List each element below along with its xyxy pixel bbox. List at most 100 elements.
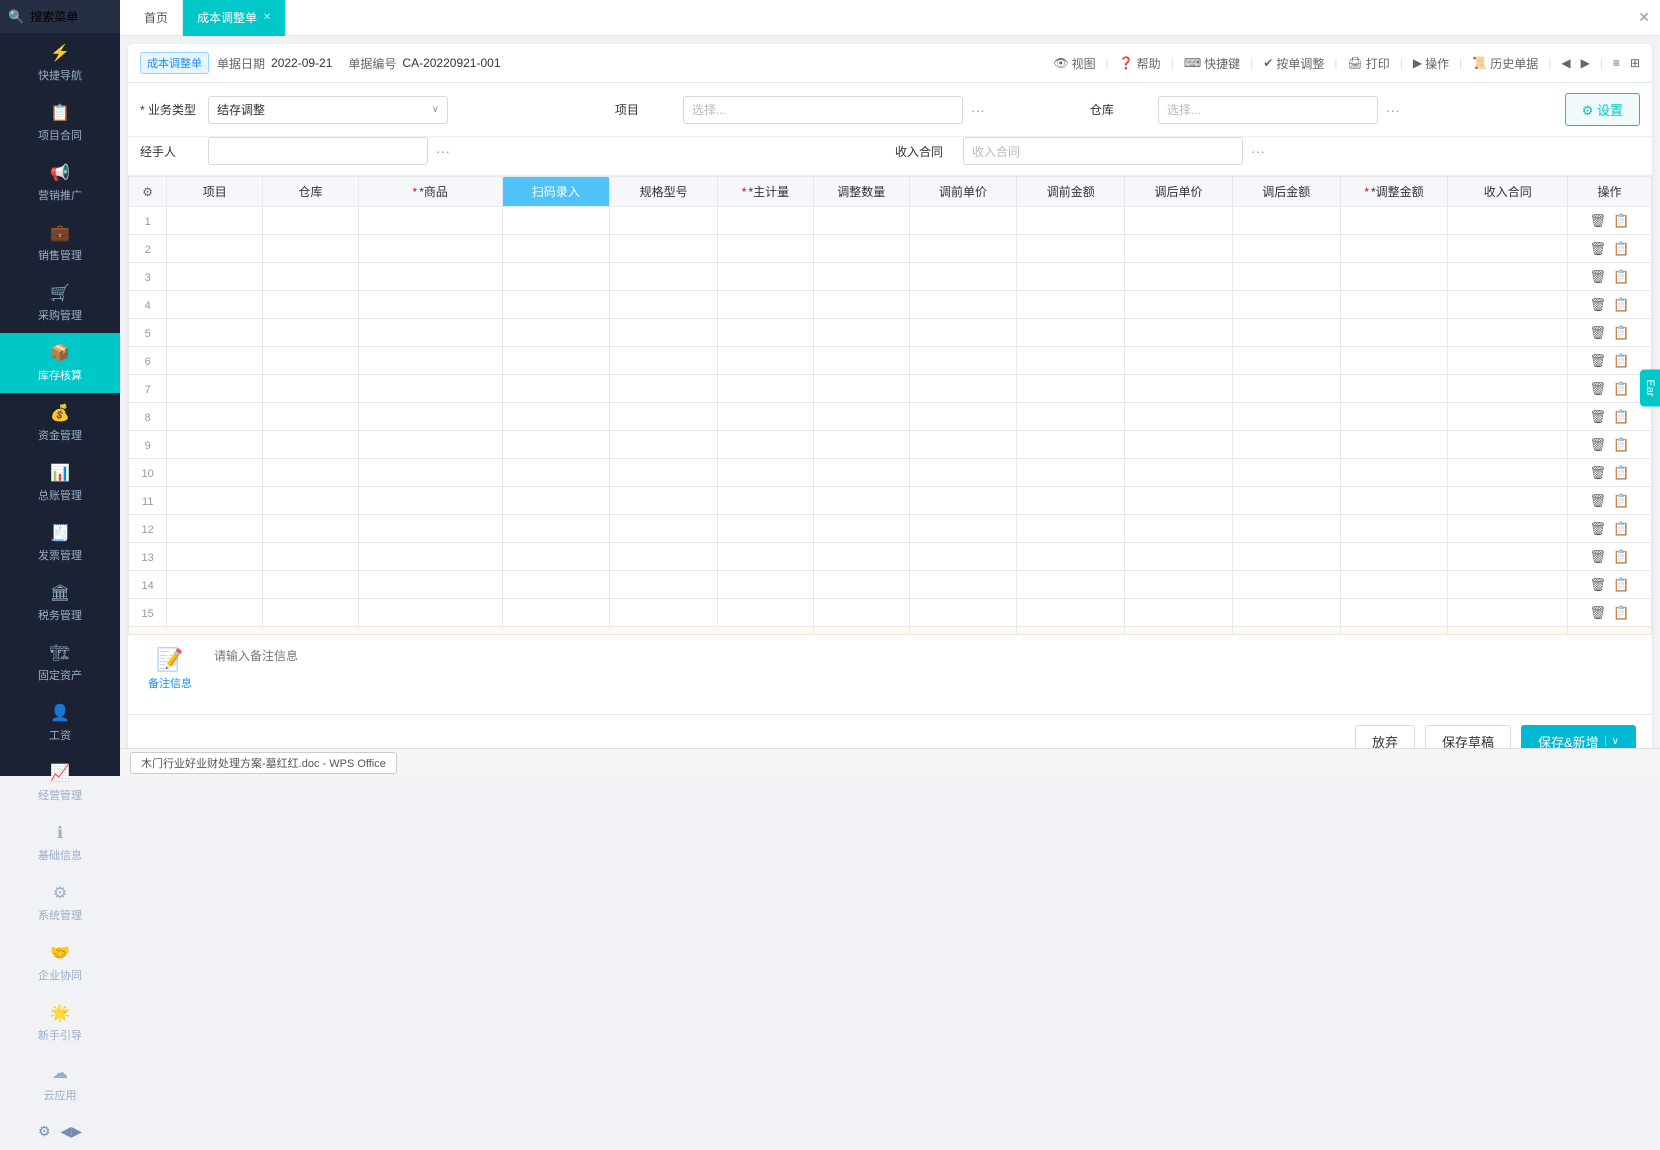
row-income-contract[interactable] xyxy=(1448,319,1568,347)
row-copy-icon[interactable]: 📋 xyxy=(1613,493,1629,508)
row-scan[interactable] xyxy=(502,487,610,515)
row-warehouse[interactable] xyxy=(263,571,359,599)
row-adj-unit-price[interactable] xyxy=(1125,571,1233,599)
row-project[interactable] xyxy=(167,403,263,431)
row-product[interactable] xyxy=(358,263,502,291)
row-income-contract[interactable] xyxy=(1448,263,1568,291)
window-close-button[interactable]: ✕ xyxy=(1638,9,1650,26)
row-spec[interactable] xyxy=(610,235,718,263)
row-project[interactable] xyxy=(167,543,263,571)
row-project[interactable] xyxy=(167,515,263,543)
row-scan[interactable] xyxy=(502,571,610,599)
row-copy-icon[interactable]: 📋 xyxy=(1613,381,1629,396)
row-unit[interactable] xyxy=(718,515,814,543)
row-adj-qty[interactable] xyxy=(813,599,909,627)
remarks-textarea[interactable] xyxy=(210,643,1640,703)
row-adj-qty[interactable] xyxy=(813,347,909,375)
row-adjust-amount[interactable] xyxy=(1340,459,1448,487)
row-unit[interactable] xyxy=(718,431,814,459)
row-adj-amount[interactable] xyxy=(1232,543,1340,571)
row-product[interactable] xyxy=(358,235,502,263)
sidebar-item-sales-mgmt[interactable]: 💼 销售管理 xyxy=(0,213,120,273)
row-copy-icon[interactable]: 📋 xyxy=(1613,437,1629,452)
row-adj-unit-price[interactable] xyxy=(1125,235,1233,263)
tab-cost-adjust[interactable]: 成本调整单 ✕ xyxy=(183,0,286,36)
project-more-icon[interactable]: ··· xyxy=(971,102,985,118)
warehouse-more-icon[interactable]: ··· xyxy=(1386,102,1400,118)
row-income-contract[interactable] xyxy=(1448,207,1568,235)
row-scan[interactable] xyxy=(502,515,610,543)
gear-icon[interactable]: ⚙ xyxy=(142,185,153,199)
sidebar-item-basic-info[interactable]: ℹ 基础信息 xyxy=(0,813,120,873)
row-prev-unit-price[interactable] xyxy=(909,571,1017,599)
row-warehouse[interactable] xyxy=(263,431,359,459)
row-prev-amount[interactable] xyxy=(1017,487,1125,515)
row-scan[interactable] xyxy=(502,207,610,235)
row-adj-qty[interactable] xyxy=(813,235,909,263)
taskbar-wps-item[interactable]: 木门行业好业财处理方案-墓红红.doc - WPS Office xyxy=(130,752,397,774)
sidebar-item-general-ledger[interactable]: 📊 总账管理 xyxy=(0,453,120,513)
settings-footer-icon[interactable]: ⚙ xyxy=(38,1123,51,1140)
row-spec[interactable] xyxy=(610,543,718,571)
row-adj-unit-price[interactable] xyxy=(1125,263,1233,291)
row-project[interactable] xyxy=(167,235,263,263)
row-income-contract[interactable] xyxy=(1448,375,1568,403)
row-adj-qty[interactable] xyxy=(813,403,909,431)
row-unit[interactable] xyxy=(718,375,814,403)
row-income-contract[interactable] xyxy=(1448,599,1568,627)
row-adjust-amount[interactable] xyxy=(1340,599,1448,627)
row-scan[interactable] xyxy=(502,375,610,403)
row-copy-icon[interactable]: 📋 xyxy=(1613,409,1629,424)
row-prev-amount[interactable] xyxy=(1017,515,1125,543)
row-delete-icon[interactable]: 🗑 xyxy=(1590,577,1607,592)
row-prev-unit-price[interactable] xyxy=(909,431,1017,459)
row-prev-amount[interactable] xyxy=(1017,207,1125,235)
row-adj-amount[interactable] xyxy=(1232,207,1340,235)
row-unit[interactable] xyxy=(718,403,814,431)
row-income-contract[interactable] xyxy=(1448,291,1568,319)
row-adj-qty[interactable] xyxy=(813,571,909,599)
row-adj-amount[interactable] xyxy=(1232,403,1340,431)
row-product[interactable] xyxy=(358,403,502,431)
row-warehouse[interactable] xyxy=(263,263,359,291)
right-ear-button[interactable]: Ear xyxy=(1640,369,1660,406)
handler-input[interactable] xyxy=(208,137,428,165)
row-spec[interactable] xyxy=(610,515,718,543)
row-scan[interactable] xyxy=(502,291,610,319)
row-prev-amount[interactable] xyxy=(1017,599,1125,627)
row-adjust-amount[interactable] xyxy=(1340,431,1448,459)
row-warehouse[interactable] xyxy=(263,291,359,319)
row-adj-unit-price[interactable] xyxy=(1125,403,1233,431)
row-scan[interactable] xyxy=(502,543,610,571)
row-copy-icon[interactable]: 📋 xyxy=(1613,577,1629,592)
row-prev-amount[interactable] xyxy=(1017,431,1125,459)
row-adjust-amount[interactable] xyxy=(1340,291,1448,319)
row-unit[interactable] xyxy=(718,319,814,347)
row-adj-amount[interactable] xyxy=(1232,515,1340,543)
row-scan[interactable] xyxy=(502,347,610,375)
row-adj-unit-price[interactable] xyxy=(1125,459,1233,487)
row-spec[interactable] xyxy=(610,347,718,375)
row-delete-icon[interactable]: 🗑 xyxy=(1590,493,1607,508)
handler-more-icon[interactable]: ··· xyxy=(436,143,450,159)
row-product[interactable] xyxy=(358,291,502,319)
row-income-contract[interactable] xyxy=(1448,543,1568,571)
row-adj-unit-price[interactable] xyxy=(1125,291,1233,319)
row-adjust-amount[interactable] xyxy=(1340,543,1448,571)
row-project[interactable] xyxy=(167,291,263,319)
row-adj-qty[interactable] xyxy=(813,375,909,403)
row-product[interactable] xyxy=(358,543,502,571)
print-action[interactable]: 🖨 打印 xyxy=(1347,55,1389,72)
row-warehouse[interactable] xyxy=(263,599,359,627)
row-copy-icon[interactable]: 📋 xyxy=(1613,353,1629,368)
row-prev-unit-price[interactable] xyxy=(909,403,1017,431)
row-product[interactable] xyxy=(358,431,502,459)
row-product[interactable] xyxy=(358,571,502,599)
income-contract-more-icon[interactable]: ··· xyxy=(1251,143,1265,159)
sidebar-item-payroll[interactable]: 👤 工资 xyxy=(0,693,120,753)
row-adj-unit-price[interactable] xyxy=(1125,599,1233,627)
row-product[interactable] xyxy=(358,459,502,487)
shortcut-action[interactable]: ⌨ 快捷键 xyxy=(1184,55,1240,72)
row-project[interactable] xyxy=(167,599,263,627)
row-income-contract[interactable] xyxy=(1448,431,1568,459)
